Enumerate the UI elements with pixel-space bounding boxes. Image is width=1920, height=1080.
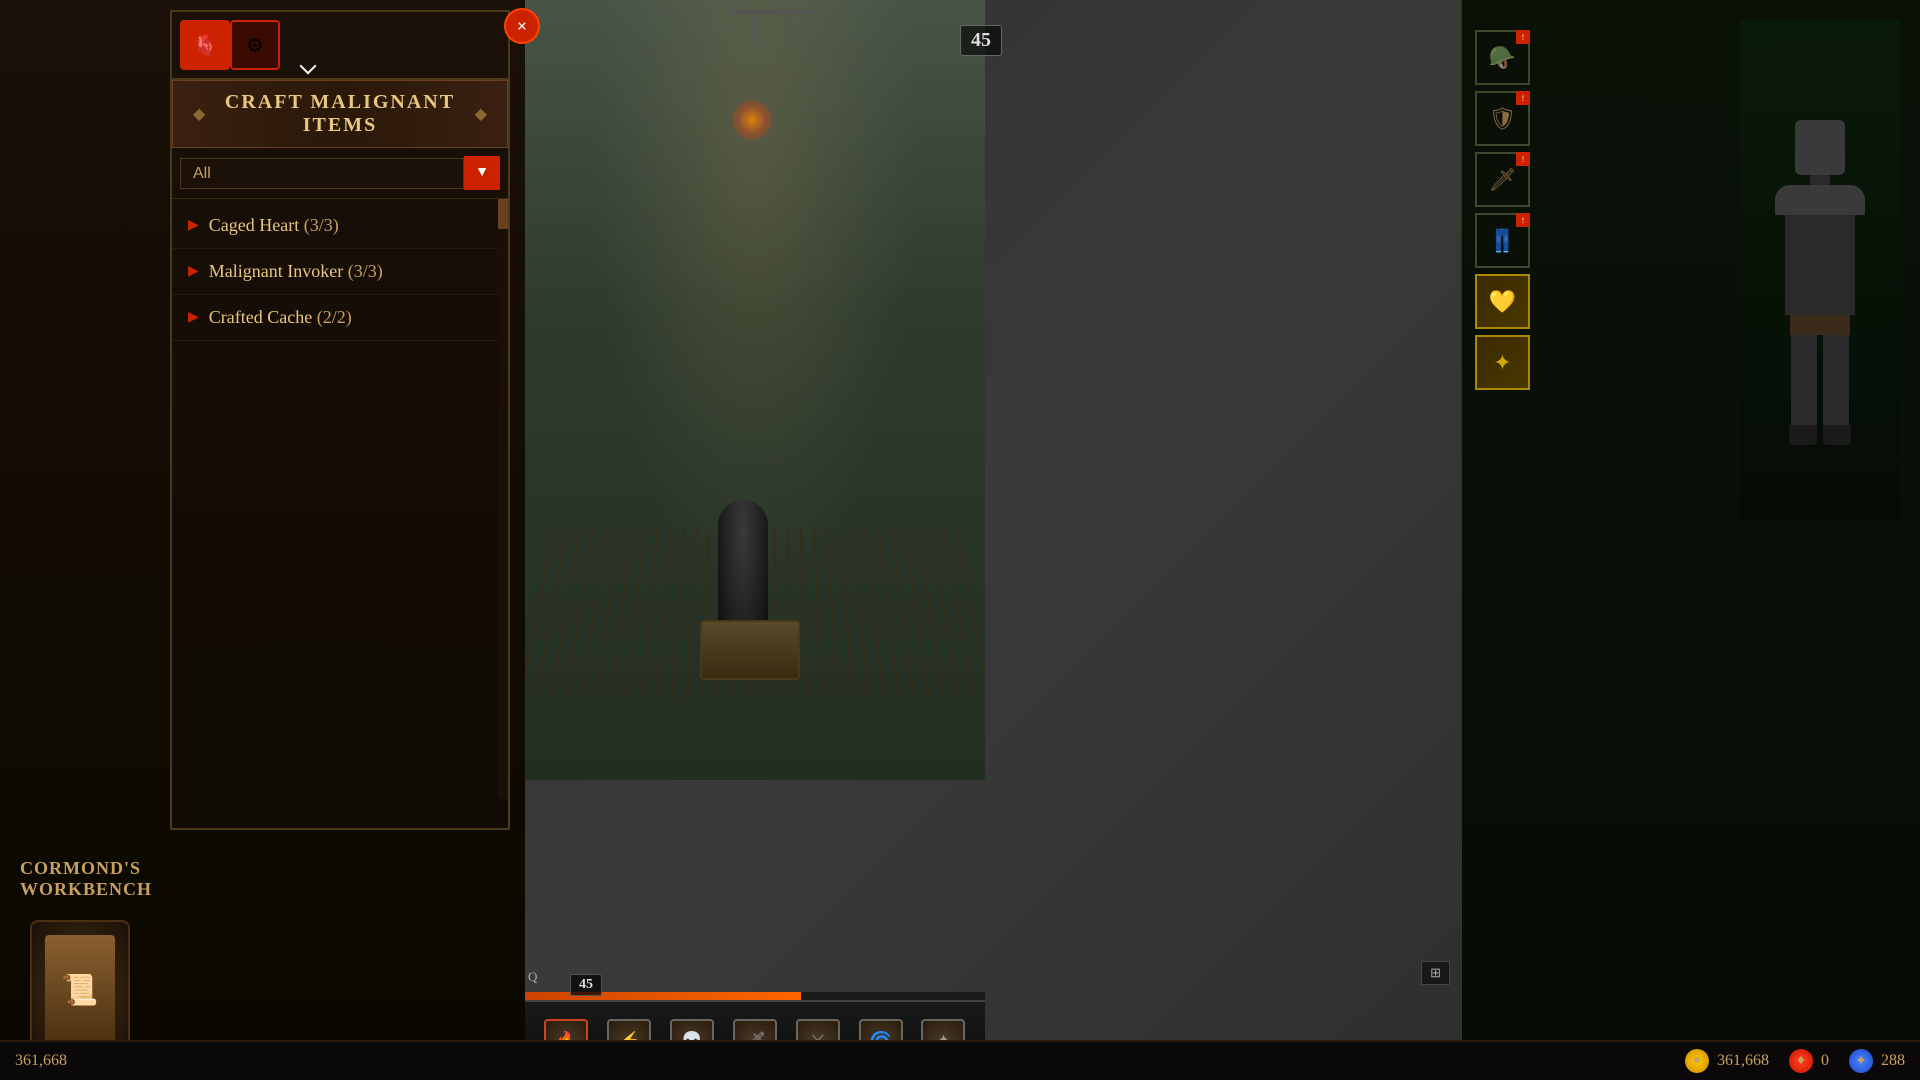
equip-slot-head[interactable]: ! 🪖 (1475, 30, 1530, 85)
map-button[interactable]: ⊞ (1421, 961, 1450, 985)
item-list: ▶ Caged Heart (3/3) ▶ Malignant Invoker … (172, 199, 508, 345)
item-name-2: Crafted Cache (2/2) (209, 307, 352, 328)
filter-arrow-button[interactable]: ▼ (464, 156, 500, 190)
workbench-name-line2: WORKBENCH (20, 879, 152, 900)
equip-slot-ring1[interactable]: 💛 (1475, 274, 1530, 329)
equip-slot-legs-icon: 👖 (1489, 228, 1516, 254)
craft-diamond-right: ◆ (475, 104, 487, 124)
altar-prop (700, 620, 800, 680)
gold-icon: ● (1685, 1049, 1709, 1073)
equip-slot-ring2[interactable]: ✦ (1475, 335, 1530, 390)
gold-currency-right: ● 361,668 (1685, 1049, 1769, 1073)
list-item[interactable]: ▶ Malignant Invoker (3/3) (172, 249, 508, 295)
new-badge-legs: ! (1516, 213, 1530, 227)
craft-panel-title: CRAFT MALIGNANT ITEMS (205, 91, 474, 137)
gold-value: 361,668 (1717, 1052, 1769, 1070)
equip-slot-legs[interactable]: ! 👖 (1475, 213, 1530, 268)
item-list-wrapper: ▶ Caged Heart (3/3) ▶ Malignant Invoker … (172, 199, 508, 799)
item-count-0: (3/3) (304, 215, 339, 235)
red-value: 0 (1821, 1052, 1829, 1070)
blue-value: 288 (1881, 1052, 1905, 1070)
list-item[interactable]: ▶ Crafted Cache (2/2) (172, 295, 508, 341)
item-count-1: (3/3) (348, 261, 383, 281)
xp-fill (525, 992, 801, 1000)
craft-header: 🫀 ⚙ (172, 12, 508, 80)
item-count-2: (2/2) (317, 307, 352, 327)
fire-effect (732, 100, 772, 140)
item-expand-arrow-1: ▶ (188, 263, 199, 280)
character-view (1720, 0, 1920, 540)
list-item[interactable]: ▶ Caged Heart (3/3) (172, 203, 508, 249)
craft-panel: 🫀 ⚙ ◆ CRAFT MALIGNANT ITEMS ◆ All ▼ ▶ Ca… (170, 10, 510, 830)
blue-currency: ✦ 288 (1849, 1049, 1905, 1073)
currency-bar: 361,668 ● 361,668 ♦ 0 ✦ 288 (0, 1040, 1920, 1080)
equip-slot-head-icon: 🪖 (1489, 45, 1516, 71)
craft-tab-heart[interactable]: 🫀 (180, 20, 230, 70)
game-scene (525, 0, 985, 780)
workbench-name-line1: CORMOND'S (20, 858, 152, 879)
filter-select[interactable]: All (180, 158, 464, 189)
heart-tab-icon: 🫀 (193, 33, 218, 58)
equip-slot-chest-icon: 🛡 (1489, 106, 1517, 132)
equip-slot-chest[interactable]: ! 🛡 (1475, 91, 1530, 146)
item-name-1: Malignant Invoker (3/3) (209, 261, 383, 282)
equip-slot-ring2-icon: ✦ (1493, 350, 1511, 376)
filter-arrow-icon: ▼ (475, 165, 489, 181)
list-scrollbar-thumb (498, 199, 508, 229)
new-badge-chest: ! (1516, 91, 1530, 105)
filter-bar: All ▼ (172, 148, 508, 199)
equip-slot-offhand-icon: 🗡 (1489, 167, 1517, 193)
q-keybind-label: Q (528, 969, 537, 985)
character-level-top: 45 (960, 25, 1002, 56)
close-button[interactable]: × (504, 8, 540, 44)
new-badge-offhand: ! (1516, 152, 1530, 166)
item-expand-arrow-0: ▶ (188, 217, 199, 234)
scaffold-decoration (731, 10, 811, 14)
craft-title-bar: ◆ CRAFT MALIGNANT ITEMS ◆ (172, 80, 508, 148)
item-expand-arrow-2: ▶ (188, 309, 199, 326)
new-badge: ! (1516, 30, 1530, 44)
workbench-icon: 📜 (30, 920, 130, 1060)
gear-tab-icon: ⚙ (246, 33, 264, 58)
game-viewport (525, 0, 985, 780)
workbench-label: CORMOND'S WORKBENCH (20, 858, 152, 900)
gold-currency: 361,668 (15, 1052, 67, 1070)
blue-currency-icon: ✦ (1849, 1049, 1873, 1073)
item-name-0: Caged Heart (3/3) (209, 215, 339, 236)
list-scrollbar[interactable] (498, 199, 508, 799)
right-panel: HOLLOW - No Title selected - Profile Mat… (1460, 0, 1920, 1080)
craft-diamond-left: ◆ (193, 104, 205, 124)
equip-slot-ring1-icon: 💛 (1489, 289, 1516, 315)
red-currency: ♦ 0 (1789, 1049, 1829, 1073)
bottom-left-gold-value: 361,668 (15, 1052, 67, 1070)
character-level-bottom: 45 (570, 974, 602, 996)
equip-slot-offhand[interactable]: ! 🗡 (1475, 152, 1530, 207)
equipment-slots-left: ! 🪖 ! 🛡 ! 🗡 ! 👖 💛 ✦ (1475, 30, 1530, 390)
craft-tab-gear[interactable]: ⚙ (230, 20, 280, 70)
red-currency-icon: ♦ (1789, 1049, 1813, 1073)
